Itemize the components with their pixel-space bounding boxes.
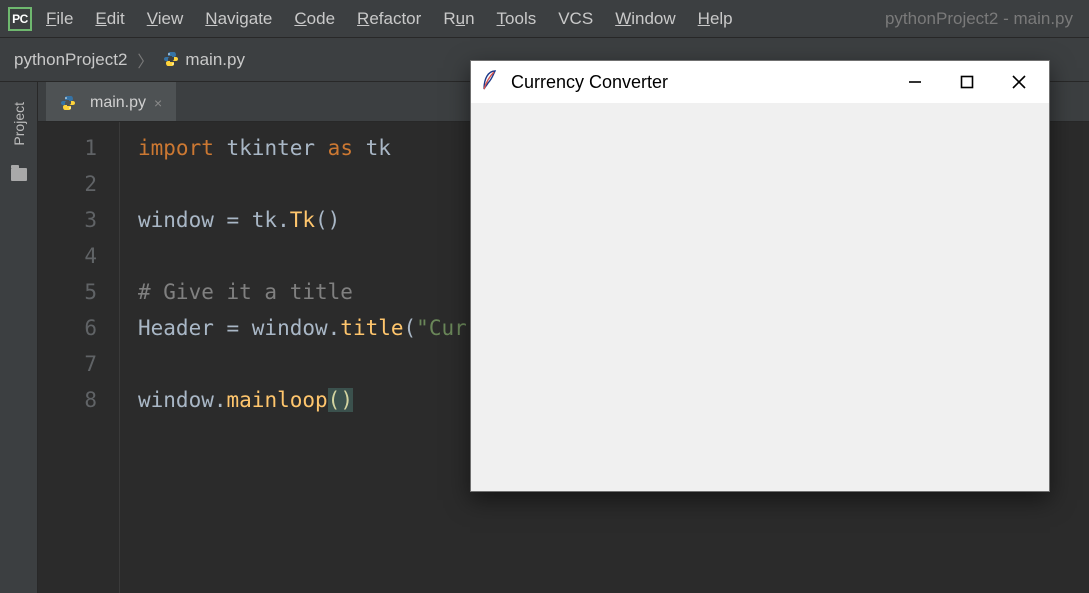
tk-app-window[interactable]: Currency Converter [470,60,1050,492]
line-number: 1 [38,130,97,166]
tk-window-title: Currency Converter [511,72,889,93]
menu-file[interactable]: File [46,9,73,29]
tab-main-py[interactable]: main.py × [46,82,176,121]
line-number: 7 [38,346,97,382]
menu-view[interactable]: View [147,9,184,29]
maximize-button[interactable] [941,61,993,103]
menu-navigate[interactable]: Navigate [205,9,272,29]
line-number: 3 [38,202,97,238]
menu-code[interactable]: Code [294,9,335,29]
tool-window-bar: Project [0,82,38,593]
breadcrumb-project[interactable]: pythonProject2 [14,50,127,70]
folder-icon[interactable] [11,168,27,181]
tab-label: main.py [90,94,146,112]
menu-help[interactable]: Help [698,9,733,29]
chevron-right-icon: 〉 [137,48,153,72]
tk-titlebar[interactable]: Currency Converter [471,61,1049,103]
breadcrumb-file[interactable]: main.py [163,50,245,70]
menu-refactor[interactable]: Refactor [357,9,421,29]
close-button[interactable] [993,61,1045,103]
menu-vcs[interactable]: VCS [558,9,593,29]
code-content[interactable]: import tkinter as tk window = tk.Tk() # … [120,122,485,593]
minimize-button[interactable] [889,61,941,103]
line-number: 4 [38,238,97,274]
close-icon[interactable]: × [154,95,162,111]
line-number: 8 [38,382,97,418]
line-number: 6 [38,310,97,346]
menu-tools[interactable]: Tools [497,9,537,29]
python-file-icon [60,95,76,111]
menu-edit[interactable]: Edit [95,9,124,29]
tk-window-body [471,103,1049,491]
python-file-icon [163,51,179,67]
menu-run[interactable]: Run [443,9,474,29]
window-title: pythonProject2 - main.py [885,9,1073,29]
tk-feather-icon [481,69,499,96]
line-number: 5 [38,274,97,310]
menu-window[interactable]: Window [615,9,675,29]
line-gutter: 1 2 3 4 5 6 7 8 [38,122,120,593]
line-number: 2 [38,166,97,202]
menubar: PC File Edit View Navigate Code Refactor… [0,0,1089,38]
pycharm-logo-icon: PC [8,7,32,31]
tool-window-project[interactable]: Project [11,102,27,146]
menu-items: File Edit View Navigate Code Refactor Ru… [46,9,885,29]
